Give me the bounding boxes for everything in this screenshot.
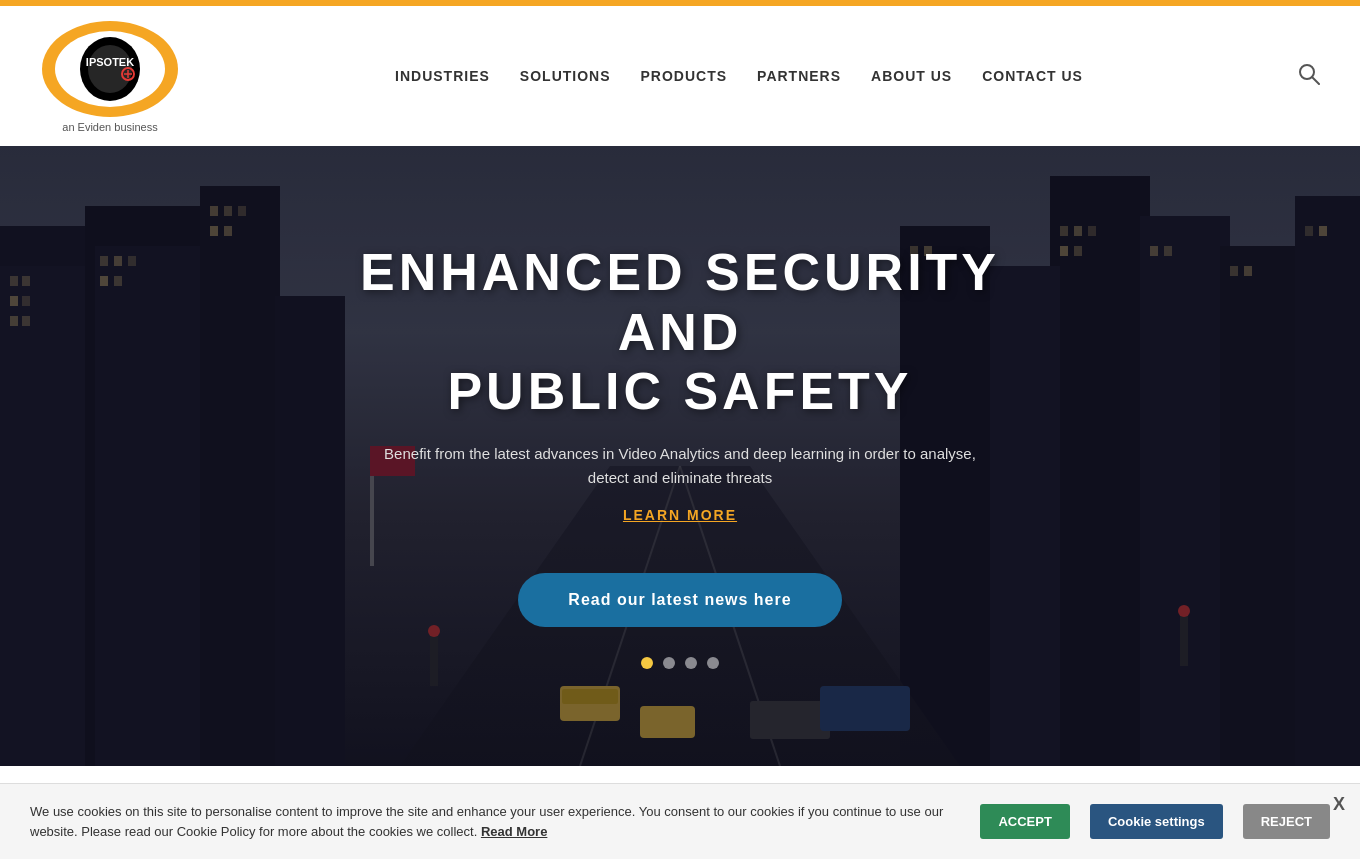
carousel-dot-4[interactable] bbox=[707, 657, 719, 669]
logo-image: IPSOTEK bbox=[40, 19, 180, 119]
cookie-close-button[interactable]: X bbox=[1333, 794, 1345, 815]
svg-text:IPSOTEK: IPSOTEK bbox=[86, 56, 134, 68]
hero-content: ENHANCED SECURITY AND PUBLIC SAFETY Bene… bbox=[280, 243, 1080, 669]
svg-line-11 bbox=[1312, 77, 1319, 84]
nav-contact-us[interactable]: CONTACT US bbox=[982, 68, 1083, 84]
news-button[interactable]: Read our latest news here bbox=[518, 573, 841, 627]
cookie-settings-button[interactable]: Cookie settings bbox=[1090, 804, 1223, 839]
nav-about-us[interactable]: ABOUT US bbox=[871, 68, 952, 84]
hero-title: ENHANCED SECURITY AND PUBLIC SAFETY bbox=[300, 243, 1060, 422]
cookie-reject-button[interactable]: REJECT bbox=[1243, 804, 1330, 839]
cookie-text: We use cookies on this site to personali… bbox=[30, 802, 960, 841]
main-nav: INDUSTRIES SOLUTIONS PRODUCTS PARTNERS A… bbox=[395, 68, 1083, 84]
logo-area[interactable]: IPSOTEK an Eviden business bbox=[40, 19, 180, 133]
hero-subtitle: Benefit from the latest advances in Vide… bbox=[380, 442, 980, 490]
hero-section: ENHANCED SECURITY AND PUBLIC SAFETY Bene… bbox=[0, 146, 1360, 766]
carousel-dots bbox=[300, 657, 1060, 669]
carousel-dot-1[interactable] bbox=[641, 657, 653, 669]
cookie-accept-button[interactable]: ACCEPT bbox=[980, 804, 1069, 839]
nav-products[interactable]: PRODUCTS bbox=[641, 68, 728, 84]
carousel-dot-3[interactable] bbox=[685, 657, 697, 669]
nav-partners[interactable]: PARTNERS bbox=[757, 68, 841, 84]
logo-tagline: an Eviden business bbox=[62, 121, 157, 133]
learn-more-link[interactable]: LEARN MORE bbox=[623, 507, 737, 523]
search-icon bbox=[1298, 63, 1320, 85]
carousel-dot-2[interactable] bbox=[663, 657, 675, 669]
cookie-read-more-link[interactable]: Read More bbox=[481, 824, 547, 839]
site-header: IPSOTEK an Eviden business INDUSTRIES SO… bbox=[0, 6, 1360, 146]
nav-industries[interactable]: INDUSTRIES bbox=[395, 68, 490, 84]
cookie-banner: We use cookies on this site to personali… bbox=[0, 783, 1360, 846]
search-button[interactable] bbox=[1298, 63, 1320, 90]
nav-solutions[interactable]: SOLUTIONS bbox=[520, 68, 611, 84]
